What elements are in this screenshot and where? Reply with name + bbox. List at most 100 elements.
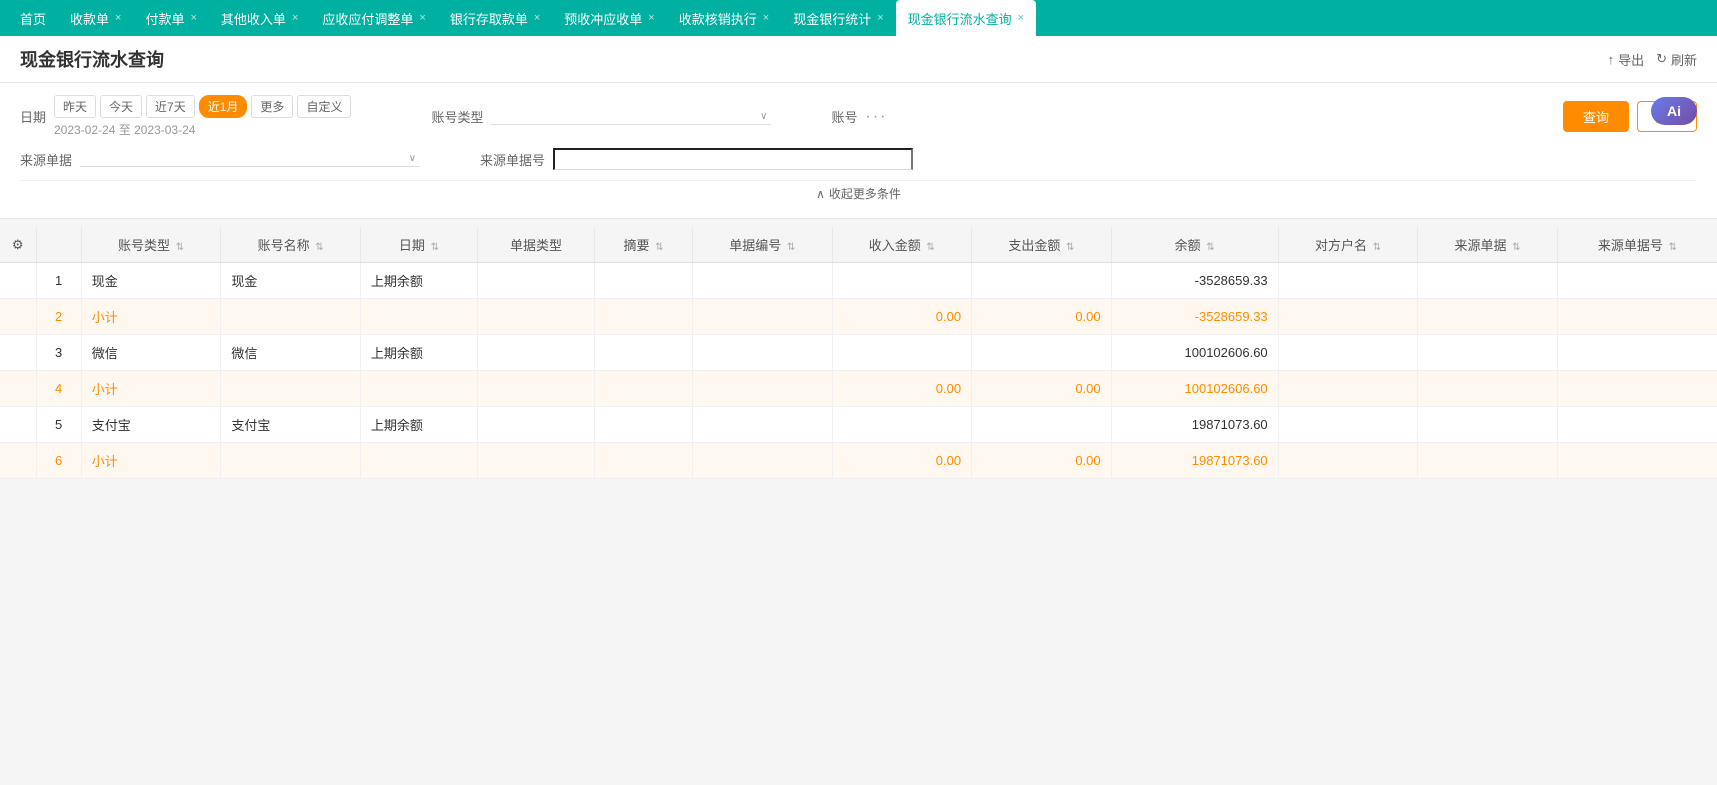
table-area: ⚙ 账号类型 ⇅ 账号名称 ⇅ 日期 ⇅ 单据类型 bbox=[0, 227, 1717, 479]
table-row[interactable]: 3微信微信上期余额100102606.60 bbox=[0, 335, 1717, 371]
row-counterpart bbox=[1278, 371, 1418, 407]
table-row[interactable]: 5支付宝支付宝上期余额19871073.60 bbox=[0, 407, 1717, 443]
date-buttons: 昨天 今天 近7天 近1月 更多 自定义 bbox=[54, 95, 351, 118]
ai-button[interactable]: Ai bbox=[1651, 97, 1697, 125]
row-number: 5 bbox=[36, 407, 81, 443]
row-doc-type bbox=[477, 407, 594, 443]
nav-tab-shoukuanhexiao[interactable]: 收款核销执行 × bbox=[667, 0, 781, 36]
nav-tab-liushui[interactable]: 现金银行流水查询 × bbox=[896, 0, 1036, 36]
chevron-down-icon: ∨ bbox=[760, 111, 767, 122]
table-col-source-doc: 来源单据 ⇅ bbox=[1418, 227, 1558, 263]
row-counterpart bbox=[1278, 299, 1418, 335]
sort-icon-8[interactable]: ⇅ bbox=[1206, 242, 1214, 253]
date-btn-more[interactable]: 更多 bbox=[251, 95, 293, 118]
date-btn-yesterday[interactable]: 昨天 bbox=[54, 95, 96, 118]
sort-icon-2[interactable]: ⇅ bbox=[315, 242, 323, 253]
nav-tab-yingshoutiaozheng[interactable]: 应收应付调整单 × bbox=[310, 0, 437, 36]
export-button[interactable]: ↑ 导出 bbox=[1608, 50, 1645, 69]
sort-icon[interactable]: ⇅ bbox=[176, 242, 184, 253]
nav-tab-fukuandan[interactable]: 付款单 × bbox=[133, 0, 208, 36]
nav-tab-yushouchong[interactable]: 预收冲应收单 × bbox=[552, 0, 666, 36]
row-date: 上期余额 bbox=[360, 263, 477, 299]
date-btn-7days[interactable]: 近7天 bbox=[146, 95, 195, 118]
table-col-account-type: 账号类型 ⇅ bbox=[81, 227, 221, 263]
row-balance: 100102606.60 bbox=[1111, 335, 1278, 371]
collapse-bar[interactable]: ∧ 收起更多条件 bbox=[20, 180, 1697, 206]
row-doc-no bbox=[692, 299, 832, 335]
query-button[interactable]: 查询 bbox=[1563, 101, 1629, 132]
row-gear bbox=[0, 299, 36, 335]
row-source-doc-no bbox=[1557, 371, 1717, 407]
close-icon[interactable]: × bbox=[763, 12, 769, 24]
row-income: 0.00 bbox=[832, 371, 972, 407]
source-doc-no-input[interactable] bbox=[553, 148, 913, 170]
row-date bbox=[360, 299, 477, 335]
nav-home[interactable]: 首页 bbox=[8, 0, 58, 36]
table-col-doc-type: 单据类型 bbox=[477, 227, 594, 263]
sort-icon-9[interactable]: ⇅ bbox=[1373, 242, 1381, 253]
collapse-label: 收起更多条件 bbox=[829, 185, 901, 202]
sort-icon-6[interactable]: ⇅ bbox=[926, 242, 934, 253]
page-header: 现金银行流水查询 ↑ 导出 ↻ 刷新 bbox=[0, 36, 1717, 83]
nav-tab-yinhangcunqu[interactable]: 银行存取款单 × bbox=[438, 0, 552, 36]
date-btn-1month[interactable]: 近1月 bbox=[199, 95, 248, 118]
row-source-doc bbox=[1418, 263, 1558, 299]
date-btn-custom[interactable]: 自定义 bbox=[297, 95, 351, 118]
table-row[interactable]: 1现金现金上期余额-3528659.33 bbox=[0, 263, 1717, 299]
close-icon[interactable]: × bbox=[534, 12, 540, 24]
row-number: 3 bbox=[36, 335, 81, 371]
row-account-type: 小计 bbox=[81, 371, 221, 407]
table-col-doc-no: 单据编号 ⇅ bbox=[692, 227, 832, 263]
sort-icon-3[interactable]: ⇅ bbox=[431, 242, 439, 253]
source-doc-select[interactable]: ∨ bbox=[80, 151, 420, 167]
row-summary bbox=[595, 407, 693, 443]
source-doc-label: 来源单据 bbox=[20, 150, 72, 169]
close-icon[interactable]: × bbox=[190, 12, 196, 24]
account-dots[interactable]: ··· bbox=[865, 108, 887, 126]
sort-icon-5[interactable]: ⇅ bbox=[787, 242, 795, 253]
row-income bbox=[832, 407, 972, 443]
close-icon[interactable]: × bbox=[419, 12, 425, 24]
sort-icon-10[interactable]: ⇅ bbox=[1512, 242, 1520, 253]
table-gear-header[interactable]: ⚙ bbox=[0, 227, 36, 263]
close-icon[interactable]: × bbox=[877, 12, 883, 24]
table-row[interactable]: 4小计0.000.00100102606.60 bbox=[0, 371, 1717, 407]
row-expense bbox=[972, 335, 1112, 371]
row-income bbox=[832, 335, 972, 371]
row-doc-no bbox=[692, 335, 832, 371]
account-type-select[interactable]: ∨ bbox=[491, 109, 771, 125]
row-number: 4 bbox=[36, 371, 81, 407]
sort-icon-4[interactable]: ⇅ bbox=[655, 242, 663, 253]
row-expense: 0.00 bbox=[972, 299, 1112, 335]
nav-tab-qitashouru[interactable]: 其他收入单 × bbox=[209, 0, 310, 36]
row-number: 2 bbox=[36, 299, 81, 335]
table-row[interactable]: 2小计0.000.00-3528659.33 bbox=[0, 299, 1717, 335]
close-icon[interactable]: × bbox=[292, 12, 298, 24]
sort-icon-7[interactable]: ⇅ bbox=[1066, 242, 1074, 253]
row-source-doc bbox=[1418, 443, 1558, 479]
row-number: 1 bbox=[36, 263, 81, 299]
table-row[interactable]: 6小计0.000.0019871073.60 bbox=[0, 443, 1717, 479]
close-icon[interactable]: × bbox=[648, 12, 654, 24]
nav-tab-xianjinyinhang[interactable]: 现金银行统计 × bbox=[781, 0, 895, 36]
table-col-source-doc-no: 来源单据号 ⇅ bbox=[1557, 227, 1717, 263]
row-source-doc-no bbox=[1557, 335, 1717, 371]
row-gear bbox=[0, 335, 36, 371]
export-icon: ↑ bbox=[1608, 52, 1615, 67]
row-date bbox=[360, 443, 477, 479]
row-source-doc bbox=[1418, 299, 1558, 335]
table-col-income: 收入金额 ⇅ bbox=[832, 227, 972, 263]
row-doc-no bbox=[692, 263, 832, 299]
sort-icon-11[interactable]: ⇅ bbox=[1669, 242, 1677, 253]
date-btn-today[interactable]: 今天 bbox=[100, 95, 142, 118]
row-account-type: 小计 bbox=[81, 443, 221, 479]
refresh-button[interactable]: ↻ 刷新 bbox=[1656, 50, 1697, 69]
data-table: ⚙ 账号类型 ⇅ 账号名称 ⇅ 日期 ⇅ 单据类型 bbox=[0, 227, 1717, 479]
close-icon[interactable]: × bbox=[1018, 12, 1024, 24]
table-col-counterpart: 对方户名 ⇅ bbox=[1278, 227, 1418, 263]
nav-tab-shukuandan[interactable]: 收款单 × bbox=[58, 0, 133, 36]
row-account-type: 小计 bbox=[81, 299, 221, 335]
close-icon[interactable]: × bbox=[115, 12, 121, 24]
row-date: 上期余额 bbox=[360, 407, 477, 443]
row-counterpart bbox=[1278, 443, 1418, 479]
